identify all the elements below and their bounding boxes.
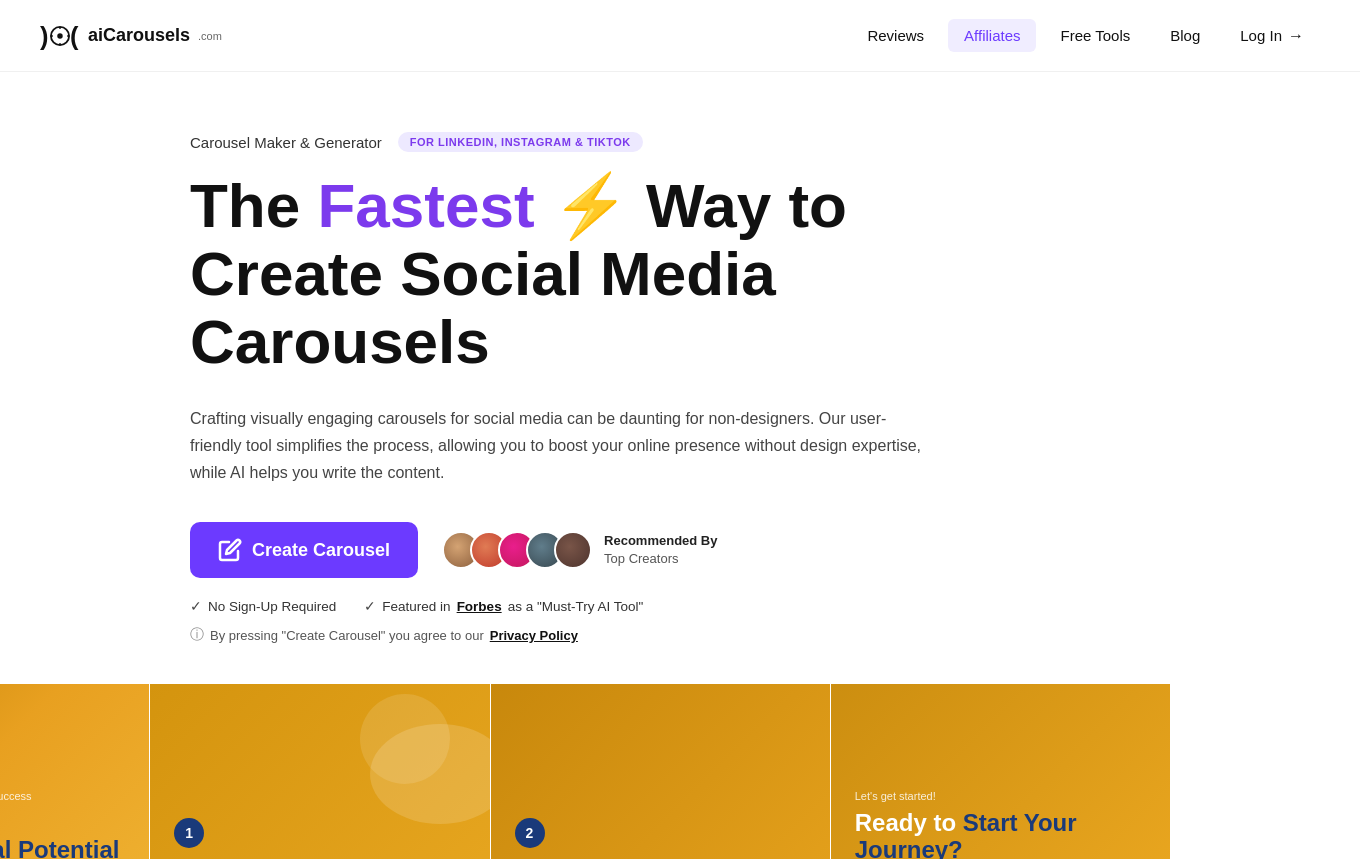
carousel-card-4: Let's get started! Ready to Start Your J…	[831, 684, 1170, 859]
card-4-title: Ready to Start Your Journey?	[855, 810, 1146, 859]
card-3-number: 2	[515, 818, 545, 848]
card-4-content: Let's get started! Ready to Start Your J…	[831, 684, 1170, 859]
title-part1: The	[190, 171, 317, 240]
trust-item-signup: ✓ No Sign-Up Required	[190, 598, 336, 614]
badge-row: Carousel Maker & Generator FOR LINKEDIN,…	[190, 132, 960, 152]
check-icon-2: ✓	[364, 598, 376, 614]
edit-icon	[218, 538, 242, 562]
nav-link-free-tools[interactable]: Free Tools	[1044, 19, 1146, 52]
trust-prefix-2: Featured in	[382, 599, 450, 614]
platform-badge: FOR LINKEDIN, INSTAGRAM & TIKTOK	[398, 132, 643, 152]
card-2-content: 1 Define Your Idea A solid foundation st…	[150, 684, 489, 859]
svg-text:): )	[40, 22, 48, 50]
info-icon: ⓘ	[190, 626, 204, 644]
privacy-policy-link[interactable]: Privacy Policy	[490, 628, 578, 643]
trust-label-1: No Sign-Up Required	[208, 599, 336, 614]
logo-icon: ) (	[40, 20, 80, 52]
card-4-label: Let's get started!	[855, 790, 1146, 802]
recommended-block: Recommended By Top Creators	[442, 531, 717, 569]
cta-label: Create Carousel	[252, 540, 390, 561]
trust-row: ✓ No Sign-Up Required ✓ Featured in Forb…	[190, 598, 960, 614]
svg-point-2	[57, 33, 62, 38]
cta-row: Create Carousel Recommended By Top Creat…	[190, 522, 960, 578]
carousel-card-1: Learn how to turn an idea into a success…	[0, 684, 149, 859]
avatar-group	[442, 531, 592, 569]
navbar: ) ( aiCarousels .com Reviews Affiliates F…	[0, 0, 1360, 72]
forbes-link[interactable]: Forbes	[457, 599, 502, 614]
carousel-card-3: 2 Create a Plan Set goals, create a budg…	[491, 684, 830, 859]
nav-link-reviews[interactable]: Reviews	[851, 19, 940, 52]
login-label: Log In	[1240, 27, 1282, 44]
nav-links: Reviews Affiliates Free Tools Blog Log I…	[851, 19, 1320, 53]
card-1-content: Learn how to turn an idea into a success…	[0, 684, 149, 859]
privacy-row: ⓘ By pressing "Create Carousel" you agre…	[190, 626, 960, 644]
avatar-5	[554, 531, 592, 569]
card-1-label: Learn how to turn an idea into a success	[0, 790, 125, 802]
title-accent: Fastest	[317, 171, 534, 240]
trust-suffix-2: as a "Must-Try AI Tool"	[508, 599, 644, 614]
card-2-number: 1	[174, 818, 204, 848]
login-arrow-icon: →	[1288, 27, 1304, 45]
logo-sub: .com	[198, 30, 222, 42]
title-emoji: ⚡	[535, 171, 629, 240]
carousel-preview: Learn how to turn an idea into a success…	[0, 684, 1170, 859]
trust-item-forbes: ✓ Featured in Forbes as a "Must-Try AI T…	[364, 598, 643, 614]
nav-link-blog[interactable]: Blog	[1154, 19, 1216, 52]
privacy-prefix: By pressing "Create Carousel" you agree …	[210, 628, 484, 643]
recommended-by: Recommended By	[604, 532, 717, 550]
hero-section: Carousel Maker & Generator FOR LINKEDIN,…	[0, 72, 960, 644]
login-button[interactable]: Log In →	[1224, 19, 1320, 53]
hero-description: Crafting visually engaging carousels for…	[190, 405, 930, 487]
hero-title: The Fastest ⚡ Way to Create Social Media…	[190, 172, 890, 377]
nav-link-affiliates[interactable]: Affiliates	[948, 19, 1036, 52]
top-creators: Top Creators	[604, 551, 678, 566]
card-1-title: Unlock YourEntrepreneurial Potential	[0, 810, 125, 859]
page-subtitle: Carousel Maker & Generator	[190, 134, 382, 151]
svg-text:(: (	[70, 22, 79, 50]
recommended-text: Recommended By Top Creators	[604, 532, 717, 568]
logo[interactable]: ) ( aiCarousels .com	[40, 20, 222, 52]
check-icon-1: ✓	[190, 598, 202, 614]
logo-text: aiCarousels	[88, 25, 190, 46]
card-3-content: 2 Create a Plan Set goals, create a budg…	[491, 684, 830, 859]
carousel-card-2: 1 Define Your Idea A solid foundation st…	[150, 684, 489, 859]
create-carousel-button[interactable]: Create Carousel	[190, 522, 418, 578]
